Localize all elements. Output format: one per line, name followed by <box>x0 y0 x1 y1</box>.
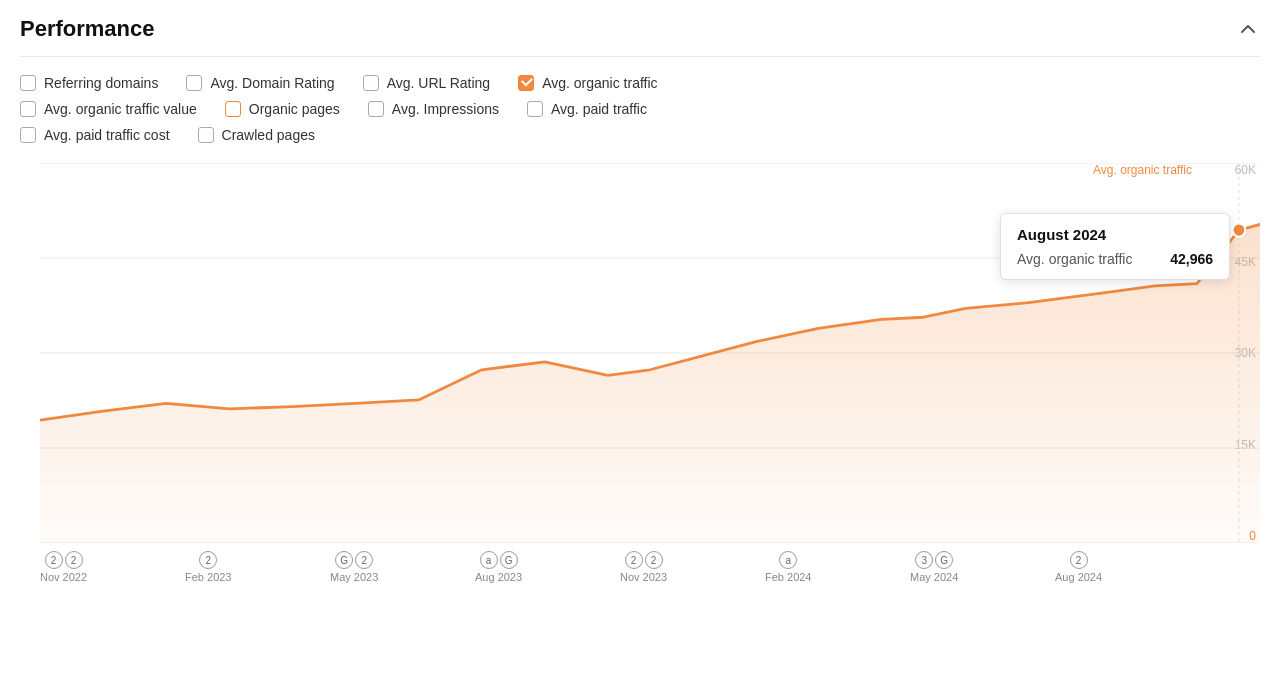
performance-panel: Performance Referring domains Avg. Domain… <box>0 0 1280 690</box>
checkbox-label-avg-organic-traffic: Avg. organic traffic <box>542 75 657 91</box>
panel-title: Performance <box>20 16 155 42</box>
event-row-2: G2 <box>335 551 373 569</box>
chart-svg-wrapper: August 2024 Avg. organic traffic 42,966 <box>40 163 1260 543</box>
event-circle-7-0: 2 <box>1070 551 1088 569</box>
x-label-group-3: aG Aug 2023 <box>475 551 522 583</box>
collapse-button[interactable] <box>1236 17 1260 41</box>
event-circle-4-0: 2 <box>625 551 643 569</box>
x-label-text-5: Feb 2024 <box>765 571 811 583</box>
checkbox-label-avg-paid-traffic: Avg. paid traffic <box>551 101 647 117</box>
checkbox-label-avg-organic-traffic-value: Avg. organic traffic value <box>44 101 197 117</box>
tooltip-metric-value: 42,966 <box>1170 251 1213 267</box>
checkbox-avg-paid-traffic[interactable]: Avg. paid traffic <box>527 101 647 117</box>
chart-tooltip: August 2024 Avg. organic traffic 42,966 <box>1000 213 1230 280</box>
x-label-text-6: May 2024 <box>910 571 958 583</box>
checkbox-input-avg-domain-rating[interactable] <box>186 75 202 91</box>
checkbox-input-crawled-pages[interactable] <box>198 127 214 143</box>
x-label-group-4: 22 Nov 2023 <box>620 551 667 583</box>
x-axis: 22Nov 20222Feb 2023G2May 2023aGAug 20232… <box>40 533 1200 583</box>
checkbox-avg-paid-traffic-cost[interactable]: Avg. paid traffic cost <box>20 127 170 143</box>
checkbox-avg-impressions[interactable]: Avg. Impressions <box>368 101 499 117</box>
performance-chart: Avg. organic traffic 60K45K30K15K0 <box>20 163 1260 583</box>
event-circle-0-1: 2 <box>65 551 83 569</box>
x-label-text-3: Aug 2023 <box>475 571 522 583</box>
svg-point-6 <box>1233 223 1246 236</box>
checkbox-label-avg-paid-traffic-cost: Avg. paid traffic cost <box>44 127 170 143</box>
tooltip-metric-row: Avg. organic traffic 42,966 <box>1017 251 1213 267</box>
event-circle-6-1: G <box>935 551 953 569</box>
event-row-3: aG <box>480 551 518 569</box>
event-row-7: 2 <box>1070 551 1088 569</box>
checkbox-input-avg-organic-traffic[interactable] <box>518 75 534 91</box>
event-circle-6-0: 3 <box>915 551 933 569</box>
checkbox-label-avg-impressions: Avg. Impressions <box>392 101 499 117</box>
x-label-text-0: Nov 2022 <box>40 571 87 583</box>
checkbox-label-avg-url-rating: Avg. URL Rating <box>387 75 491 91</box>
event-circle-4-1: 2 <box>645 551 663 569</box>
checkbox-crawled-pages[interactable]: Crawled pages <box>198 127 315 143</box>
checkbox-referring-domains[interactable]: Referring domains <box>20 75 158 91</box>
checkbox-label-avg-domain-rating: Avg. Domain Rating <box>210 75 334 91</box>
x-label-text-2: May 2023 <box>330 571 378 583</box>
checkbox-label-crawled-pages: Crawled pages <box>222 127 315 143</box>
x-label-group-1: 2 Feb 2023 <box>185 551 231 583</box>
x-label-group-2: G2 May 2023 <box>330 551 378 583</box>
checkbox-label-organic-pages: Organic pages <box>249 101 340 117</box>
event-circle-1-0: 2 <box>199 551 217 569</box>
event-circle-2-1: 2 <box>355 551 373 569</box>
x-label-group-5: a Feb 2024 <box>765 551 811 583</box>
event-row-4: 22 <box>625 551 663 569</box>
event-circle-3-1: G <box>500 551 518 569</box>
event-circle-5-0: a <box>779 551 797 569</box>
tooltip-metric-label: Avg. organic traffic <box>1017 251 1132 267</box>
checkbox-row-3: Avg. paid traffic cost Crawled pages <box>20 127 1260 143</box>
checkbox-row-2: Avg. organic traffic value Organic pages A… <box>20 101 1260 117</box>
checkbox-avg-url-rating[interactable]: Avg. URL Rating <box>363 75 491 91</box>
filter-checkboxes: Referring domains Avg. Domain Rating Avg. … <box>20 75 1260 143</box>
checkbox-row-1: Referring domains Avg. Domain Rating Avg. … <box>20 75 1260 91</box>
x-label-group-6: 3G May 2024 <box>910 551 958 583</box>
checkbox-avg-domain-rating[interactable]: Avg. Domain Rating <box>186 75 334 91</box>
checkbox-avg-organic-traffic[interactable]: Avg. organic traffic <box>518 75 657 91</box>
event-circle-2-0: G <box>335 551 353 569</box>
x-label-group-7: 2 Aug 2024 <box>1055 551 1102 583</box>
event-row-5: a <box>779 551 797 569</box>
event-row-0: 22 <box>45 551 83 569</box>
event-row-6: 3G <box>915 551 953 569</box>
checkbox-label-referring-domains: Referring domains <box>44 75 158 91</box>
checkbox-input-referring-domains[interactable] <box>20 75 36 91</box>
checkbox-input-avg-impressions[interactable] <box>368 101 384 117</box>
event-row-1: 2 <box>199 551 217 569</box>
x-label-text-1: Feb 2023 <box>185 571 231 583</box>
checkbox-input-avg-paid-traffic-cost[interactable] <box>20 127 36 143</box>
event-circle-0-0: 2 <box>45 551 63 569</box>
event-circle-3-0: a <box>480 551 498 569</box>
tooltip-date: August 2024 <box>1017 226 1213 243</box>
checkbox-input-avg-url-rating[interactable] <box>363 75 379 91</box>
checkbox-organic-pages[interactable]: Organic pages <box>225 101 340 117</box>
checkbox-input-avg-organic-traffic-value[interactable] <box>20 101 36 117</box>
checkbox-avg-organic-traffic-value[interactable]: Avg. organic traffic value <box>20 101 197 117</box>
checkbox-input-organic-pages[interactable] <box>225 101 241 117</box>
checkbox-input-avg-paid-traffic[interactable] <box>527 101 543 117</box>
x-label-text-4: Nov 2023 <box>620 571 667 583</box>
x-label-text-7: Aug 2024 <box>1055 571 1102 583</box>
panel-header: Performance <box>20 16 1260 57</box>
x-label-group-0: 22 Nov 2022 <box>40 551 87 583</box>
